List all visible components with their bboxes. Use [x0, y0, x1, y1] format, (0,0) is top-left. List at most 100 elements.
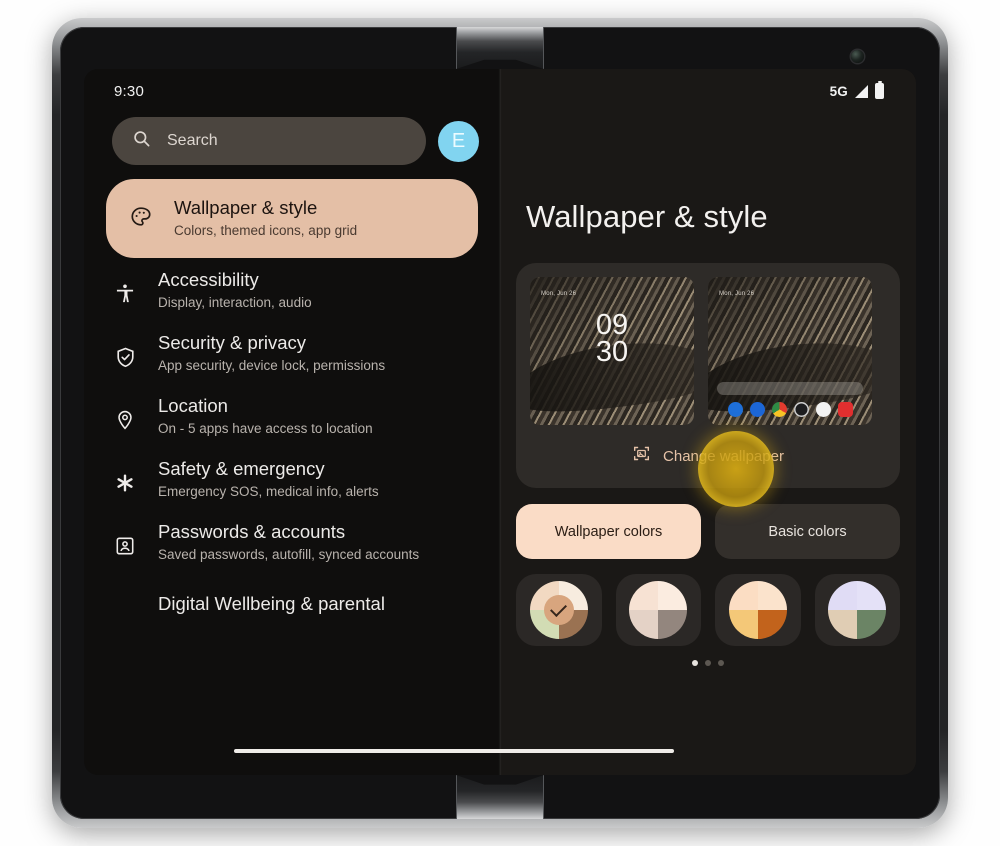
sidebar-item-digital-wellbeing[interactable]: Digital Wellbeing & parental — [84, 573, 500, 625]
sidebar-item-text: Passwords & accounts Saved passwords, au… — [158, 519, 419, 564]
location-pin-icon — [112, 393, 138, 431]
search-placeholder: Search — [167, 132, 218, 149]
preview-thumbnails: Mon, Jun 26 09 30 Mon, Jun 26 — [530, 277, 886, 425]
front-camera-icon — [851, 50, 864, 63]
tab-wallpaper-colors[interactable]: Wallpaper colors — [516, 504, 701, 559]
signal-bars-icon — [855, 84, 868, 98]
sidebar-item-title: Security & privacy — [158, 332, 307, 353]
sidebar-item-text: Location On - 5 apps have access to loca… — [158, 393, 373, 438]
home-screen-date: Mon, Jun 26 — [719, 291, 755, 297]
settings-list-pane: 9:30 Search E Wallpaper & style Colors, … — [84, 69, 500, 775]
sidebar-item-text: Accessibility Display, interaction, audi… — [158, 267, 312, 312]
battery-icon — [875, 80, 884, 99]
sidebar-item-title: Location — [158, 395, 228, 416]
phone-icon — [727, 401, 743, 417]
sidebar-item-safety-emergency[interactable]: Safety & emergency Emergency SOS, medica… — [84, 447, 500, 510]
search-input[interactable]: Search — [112, 117, 426, 165]
lock-screen-clock: 09 30 — [595, 309, 629, 367]
network-label: 5G — [829, 83, 848, 99]
status-bar-left: 9:30 — [84, 69, 500, 113]
chrome-icon — [771, 401, 787, 417]
lock-screen-preview[interactable]: Mon, Jun 26 09 30 — [530, 277, 694, 425]
swatch-quadrant — [757, 610, 787, 639]
swatch-quadrant — [658, 610, 688, 639]
sidebar-item-wallpaper-style[interactable]: Wallpaper & style Colors, themed icons, … — [106, 179, 478, 258]
sidebar-item-subtitle: Emergency SOS, medical info, alerts — [158, 484, 379, 499]
lock-screen-date: Mon, Jun 26 — [541, 291, 577, 297]
check-icon — [550, 600, 568, 617]
status-clock: 9:30 — [114, 82, 144, 100]
color-swatch-3[interactable] — [715, 574, 801, 646]
tap-indicator — [698, 431, 774, 507]
color-source-tabs: Wallpaper colors Basic colors — [516, 504, 900, 559]
swatch-quadrant — [629, 581, 659, 610]
sidebar-item-subtitle: App security, device lock, permissions — [158, 358, 386, 373]
swatch-quadrant — [728, 610, 758, 639]
account-box-icon — [112, 519, 138, 557]
status-bar-right: 5G — [500, 69, 916, 113]
page-dot[interactable] — [705, 660, 711, 666]
home-search-widget — [717, 382, 863, 395]
palette-icon — [128, 195, 154, 229]
color-swatch-4[interactable] — [814, 574, 900, 646]
search-icon — [132, 129, 151, 153]
swatch-circle — [529, 581, 588, 639]
sidebar-item-location[interactable]: Location On - 5 apps have access to loca… — [84, 384, 500, 447]
sidebar-item-title: Accessibility — [158, 269, 259, 290]
screenshot-scene: 9:30 Search E Wallpaper & style Colors, … — [0, 0, 1000, 846]
device-screen: 9:30 Search E Wallpaper & style Colors, … — [84, 69, 916, 775]
page-dot[interactable] — [718, 660, 724, 666]
page-title: Wallpaper & style — [526, 199, 768, 234]
home-dock — [714, 398, 866, 420]
wellbeing-icon — [112, 591, 138, 607]
page-dot[interactable] — [692, 660, 698, 666]
foldable-device-frame: 9:30 Search E Wallpaper & style Colors, … — [52, 18, 948, 828]
swatch-circle — [828, 581, 887, 639]
sidebar-item-subtitle: On - 5 apps have access to location — [158, 421, 373, 436]
sidebar-item-subtitle: Saved passwords, autofill, synced accoun… — [158, 547, 420, 562]
home-screen-preview[interactable]: Mon, Jun 26 — [708, 277, 872, 425]
swatch-circle — [728, 581, 787, 639]
swatch-quadrant — [728, 581, 758, 610]
sidebar-item-title: Safety & emergency — [158, 458, 325, 479]
clock-hours: 09 — [595, 309, 629, 342]
search-row: Search E — [84, 113, 500, 165]
accessibility-icon — [112, 267, 138, 305]
color-swatch-2[interactable] — [615, 574, 701, 646]
swatch-circle — [629, 581, 688, 639]
wallpaper-preview-card: Mon, Jun 26 09 30 Mon, Jun 26 Change — [516, 263, 900, 507]
avatar-initial: E — [451, 129, 466, 152]
shield-check-icon — [112, 330, 138, 369]
sidebar-item-security-privacy[interactable]: Security & privacy App security, device … — [84, 321, 500, 384]
color-swatch-row — [516, 574, 900, 646]
sidebar-item-title: Digital Wellbeing & parental — [158, 593, 385, 614]
sidebar-item-text: Wallpaper & style Colors, themed icons, … — [174, 195, 357, 240]
hinge-top — [456, 27, 544, 69]
swatch-quadrant — [757, 581, 787, 610]
swatch-quadrant — [857, 610, 887, 639]
avatar[interactable]: E — [438, 120, 479, 162]
sidebar-item-text: Security & privacy App security, device … — [158, 330, 385, 375]
tab-basic-colors[interactable]: Basic colors — [715, 504, 900, 559]
image-frame-icon — [632, 444, 651, 468]
sidebar-item-passwords-accounts[interactable]: Passwords & accounts Saved passwords, au… — [84, 510, 500, 573]
swatch-quadrant — [828, 581, 858, 610]
sidebar-item-subtitle: Display, interaction, audio — [158, 295, 312, 310]
swatch-quadrant — [857, 581, 887, 610]
device-inner-bezel: 9:30 Search E Wallpaper & style Colors, … — [60, 27, 940, 819]
sidebar-item-title: Passwords & accounts — [158, 521, 346, 542]
swatch-selected-center — [543, 595, 574, 625]
settings-list: Wallpaper & style Colors, themed icons, … — [84, 179, 500, 625]
color-swatch-1[interactable] — [516, 574, 602, 646]
swatch-quadrant — [629, 610, 659, 639]
sidebar-item-text: Digital Wellbeing & parental — [158, 591, 385, 616]
sidebar-item-title: Wallpaper & style — [174, 197, 318, 218]
sidebar-item-text: Safety & emergency Emergency SOS, medica… — [158, 456, 379, 501]
sidebar-item-accessibility[interactable]: Accessibility Display, interaction, audi… — [84, 258, 500, 321]
page-indicator-dots — [500, 660, 916, 666]
wallpaper-style-pane: 5G Wallpaper & style Mon, Jun 26 09 30 M… — [500, 69, 916, 775]
gesture-navigation-bar[interactable] — [234, 749, 674, 753]
messages-icon — [749, 401, 765, 417]
asterisk-icon — [112, 456, 138, 494]
camera-icon — [793, 401, 809, 417]
